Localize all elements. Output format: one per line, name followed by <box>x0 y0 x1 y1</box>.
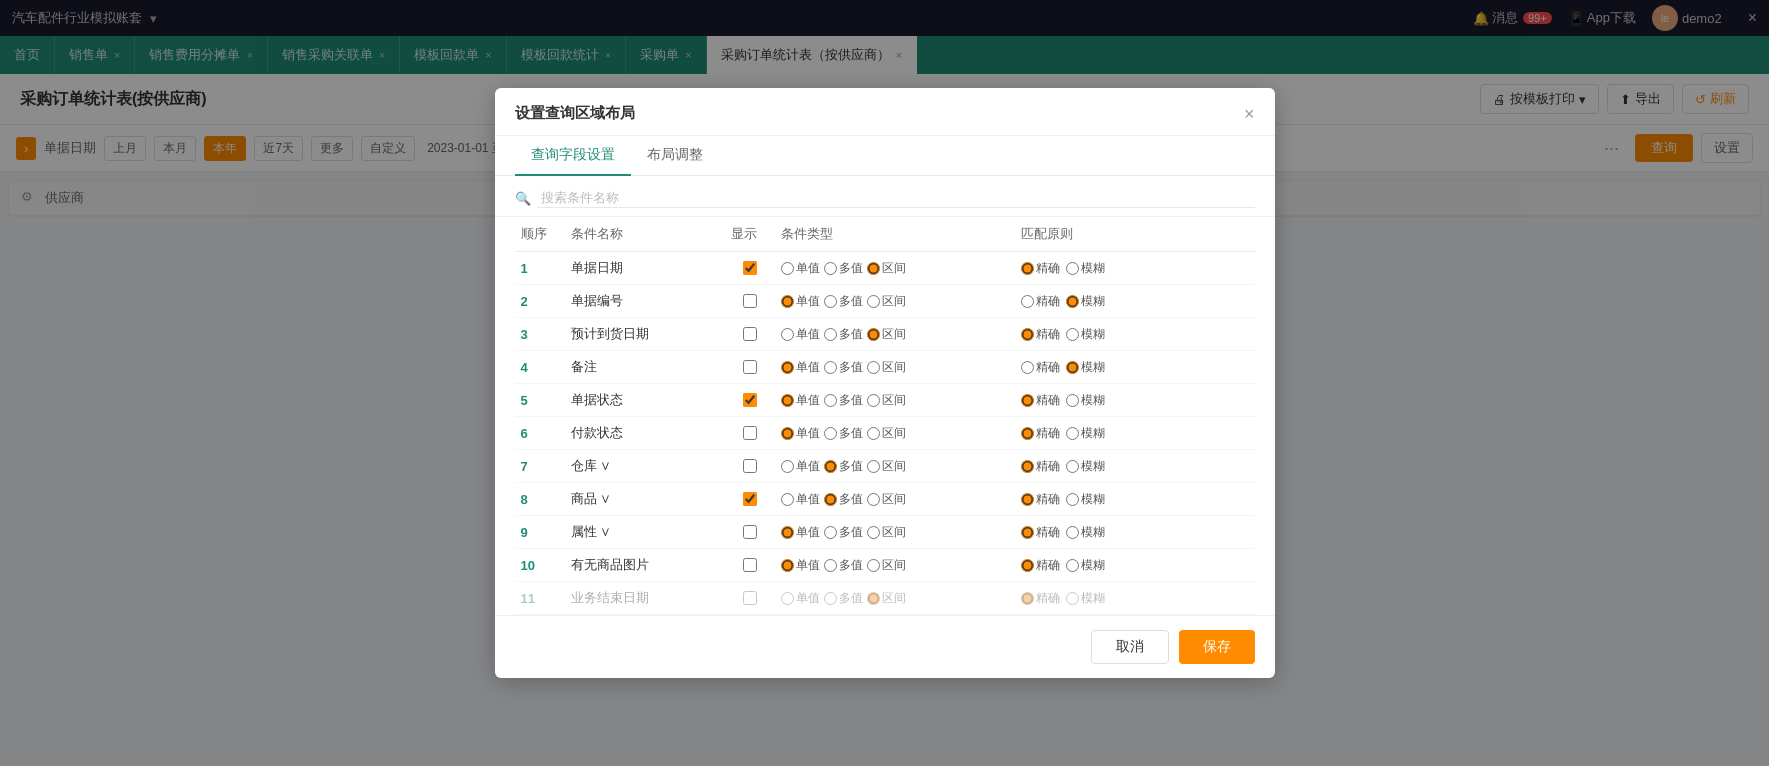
dialog-title: 设置查询区域布局 <box>515 104 635 123</box>
dialog-close-button[interactable]: × <box>1244 105 1255 123</box>
col-header-type: 条件类型 <box>775 217 1015 225</box>
dialog-table-wrap: 顺序 条件名称 显示 条件类型 匹配原则 1单据日期单值多值区间精确模糊2单据编… <box>495 217 1275 225</box>
tab-query-fields[interactable]: 查询字段设置 <box>515 136 631 176</box>
search-icon: 🔍 <box>515 191 531 206</box>
tab-query-fields-label: 查询字段设置 <box>531 146 615 162</box>
tab-layout-adjust-label: 布局调整 <box>647 146 703 162</box>
search-input[interactable] <box>537 188 1255 208</box>
modal-overlay: 设置查询区域布局 × 查询字段设置 布局调整 🔍 顺序 条件名称 <box>0 0 1769 225</box>
conditions-table: 顺序 条件名称 显示 条件类型 匹配原则 1单据日期单值多值区间精确模糊2单据编… <box>515 217 1255 225</box>
col-header-name: 条件名称 <box>565 217 725 225</box>
dialog-tabs: 查询字段设置 布局调整 <box>495 136 1275 176</box>
tab-layout-adjust[interactable]: 布局调整 <box>631 136 719 176</box>
dialog-search-area: 🔍 <box>495 176 1275 217</box>
col-header-order: 顺序 <box>515 217 565 225</box>
dialog-header: 设置查询区域布局 × <box>495 88 1275 136</box>
col-header-match: 匹配原则 <box>1015 217 1255 225</box>
settings-dialog: 设置查询区域布局 × 查询字段设置 布局调整 🔍 顺序 条件名称 <box>495 88 1275 225</box>
col-header-display: 显示 <box>725 217 775 225</box>
